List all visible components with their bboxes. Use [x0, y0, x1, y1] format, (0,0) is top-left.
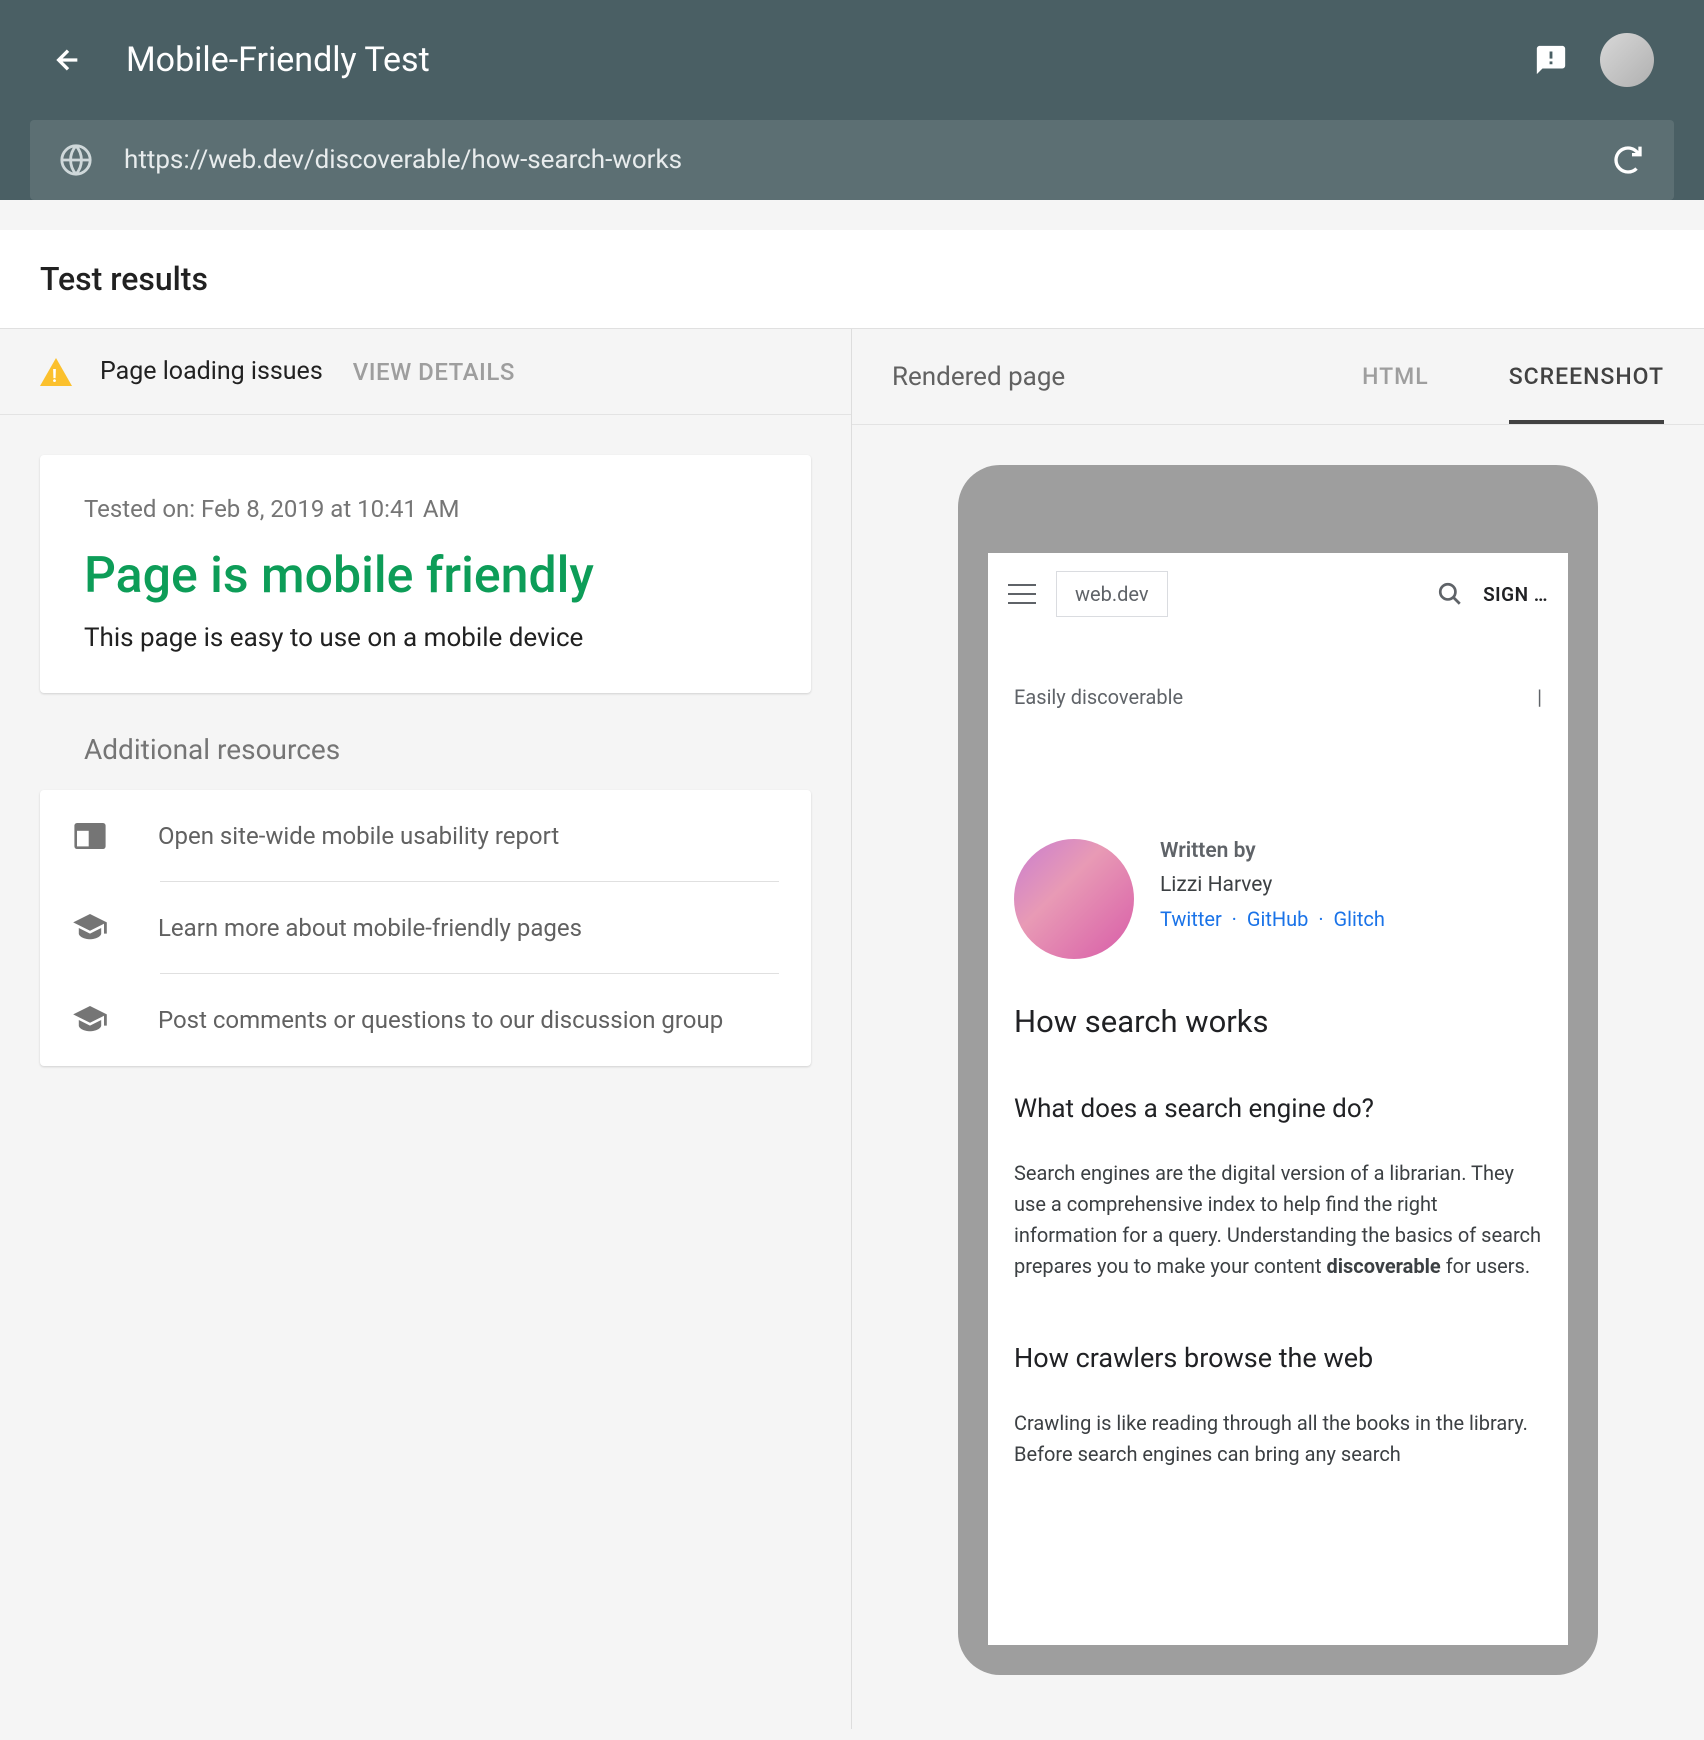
webpage-icon: [72, 818, 108, 854]
search-icon[interactable]: [1437, 581, 1463, 607]
written-by-label: Written by: [1160, 839, 1385, 863]
refresh-button[interactable]: [1610, 142, 1646, 178]
user-avatar[interactable]: [1600, 33, 1654, 87]
warning-icon: [40, 358, 72, 386]
author-links: Twitter · GitHub · Glitch: [1160, 907, 1385, 931]
resources-list: Open site-wide mobile usability report L…: [40, 790, 811, 1066]
url-input[interactable]: https://web.dev/discoverable/how-search-…: [124, 145, 1580, 175]
issues-label: Page loading issues: [100, 357, 323, 386]
tab-html[interactable]: HTML: [1362, 357, 1429, 396]
tested-on-label: Tested on: Feb 8, 2019 at 10:41 AM: [84, 495, 767, 523]
mobile-friendly-title: Page is mobile friendly: [84, 547, 767, 605]
phone-frame: web.dev SIGN … Easily discoverable | Wri…: [958, 465, 1598, 1675]
article-paragraph: Crawling is like reading through all the…: [988, 1388, 1568, 1470]
article-paragraph: Search engines are the digital version o…: [988, 1138, 1568, 1282]
feedback-icon[interactable]: [1532, 41, 1570, 79]
results-heading: Test results: [40, 260, 1664, 298]
app-title: Mobile-Friendly Test: [126, 40, 1532, 80]
page-loading-issues-row: Page loading issues VIEW DETAILS: [0, 329, 851, 415]
sign-in-button[interactable]: SIGN …: [1483, 583, 1548, 606]
mobile-friendly-subtitle: This page is easy to use on a mobile dev…: [84, 623, 767, 653]
glitch-link[interactable]: Glitch: [1333, 907, 1384, 931]
results-header: Test results: [0, 230, 1704, 329]
mobile-breadcrumb[interactable]: Easily discoverable: [1014, 685, 1183, 709]
url-bar[interactable]: https://web.dev/discoverable/how-search-…: [30, 120, 1674, 200]
resource-item-learn-more[interactable]: Learn more about mobile-friendly pages: [40, 882, 811, 974]
education-icon: [72, 1002, 108, 1038]
education-icon: [72, 910, 108, 946]
globe-icon: [58, 142, 94, 178]
resource-label: Open site-wide mobile usability report: [158, 822, 559, 850]
author-name: Lizzi Harvey: [1160, 873, 1385, 897]
resource-item-usability-report[interactable]: Open site-wide mobile usability report: [40, 790, 811, 882]
resource-label: Learn more about mobile-friendly pages: [158, 914, 582, 942]
article-h2: What does a search engine do?: [988, 1054, 1568, 1138]
rendered-page-label: Rendered page: [892, 362, 1362, 392]
back-button[interactable]: [50, 42, 86, 78]
resource-label: Post comments or questions to our discus…: [158, 1006, 723, 1034]
twitter-link[interactable]: Twitter: [1160, 907, 1222, 931]
resource-item-discussion[interactable]: Post comments or questions to our discus…: [40, 974, 811, 1066]
tab-screenshot[interactable]: SCREENSHOT: [1509, 357, 1664, 424]
additional-resources-title: Additional resources: [84, 733, 851, 766]
hamburger-icon[interactable]: [1008, 584, 1036, 604]
article-title: How search works: [988, 989, 1568, 1054]
mobile-screenshot: web.dev SIGN … Easily discoverable | Wri…: [988, 553, 1568, 1645]
result-card: Tested on: Feb 8, 2019 at 10:41 AM Page …: [40, 455, 811, 693]
view-details-button[interactable]: VIEW DETAILS: [353, 358, 515, 386]
github-link[interactable]: GitHub: [1247, 907, 1309, 931]
mobile-site-name[interactable]: web.dev: [1056, 571, 1168, 617]
author-avatar: [1014, 839, 1134, 959]
article-h3: How crawlers browse the web: [988, 1282, 1568, 1388]
breadcrumb-separator: |: [1537, 685, 1542, 709]
